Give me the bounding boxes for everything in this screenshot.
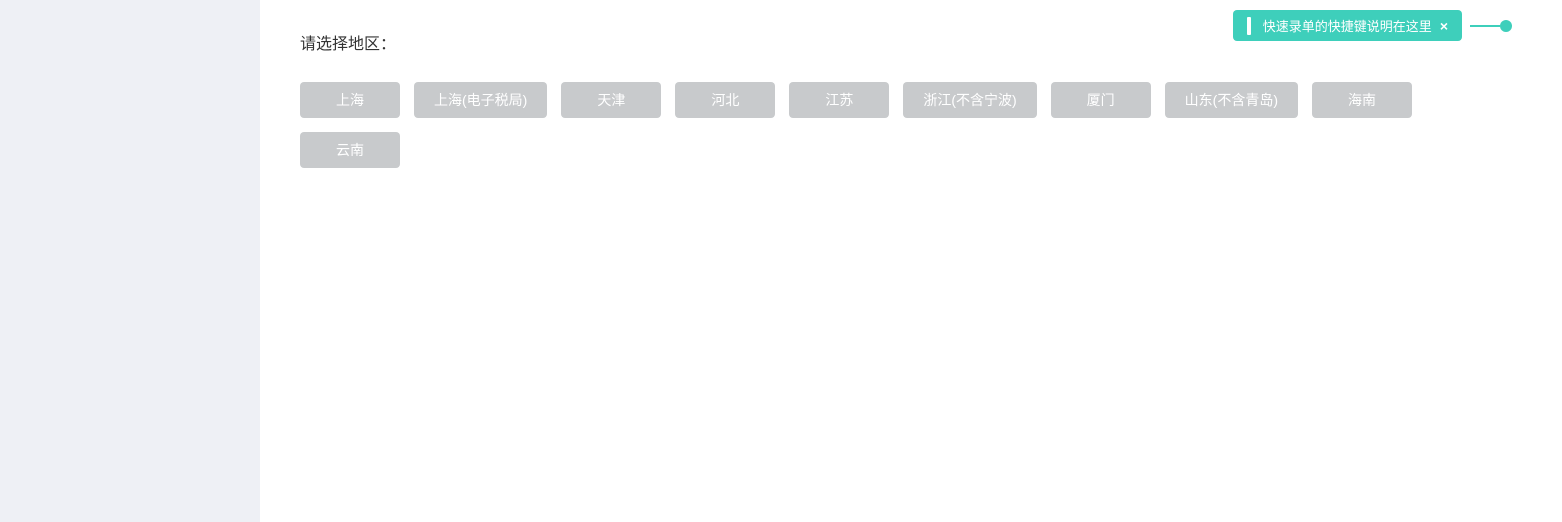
region-btn-jiangsu[interactable]: 江苏: [789, 82, 889, 118]
tooltip-label: 快速录单的快捷键说明在这里: [1263, 16, 1432, 35]
tooltip-bar-icon: [1247, 17, 1251, 35]
region-btn-xiamen[interactable]: 厦门: [1051, 82, 1151, 118]
region-btn-yunnan[interactable]: 云南: [300, 132, 400, 168]
region-btn-tianjin[interactable]: 天津: [561, 82, 661, 118]
tooltip-close-button[interactable]: ×: [1440, 18, 1448, 34]
tooltip-container: 快速录单的快捷键说明在这里 ×: [1233, 10, 1512, 41]
region-btn-shanghai[interactable]: 上海: [300, 82, 400, 118]
tooltip-connector-line: [1470, 25, 1500, 27]
main-content: 请选择地区： 上海上海(电子税局)天津河北江苏浙江(不含宁波)厦门山东(不含青岛…: [260, 0, 1562, 522]
sidebar: [0, 0, 260, 522]
tooltip-dot: [1500, 20, 1512, 32]
region-btn-zhejiang[interactable]: 浙江(不含宁波): [903, 82, 1036, 118]
region-buttons-container: 上海上海(电子税局) 天津河北江苏浙江(不含宁波) 厦门山东(不含青岛) 海南云南: [300, 82, 1522, 168]
region-btn-shanghai-etax[interactable]: 上海(电子税局): [414, 82, 547, 118]
region-btn-shandong[interactable]: 山东(不含青岛): [1165, 82, 1298, 118]
region-btn-hebei[interactable]: 河北: [675, 82, 775, 118]
region-btn-hainan[interactable]: 海南: [1312, 82, 1412, 118]
tooltip-badge[interactable]: 快速录单的快捷键说明在这里 ×: [1233, 10, 1462, 41]
